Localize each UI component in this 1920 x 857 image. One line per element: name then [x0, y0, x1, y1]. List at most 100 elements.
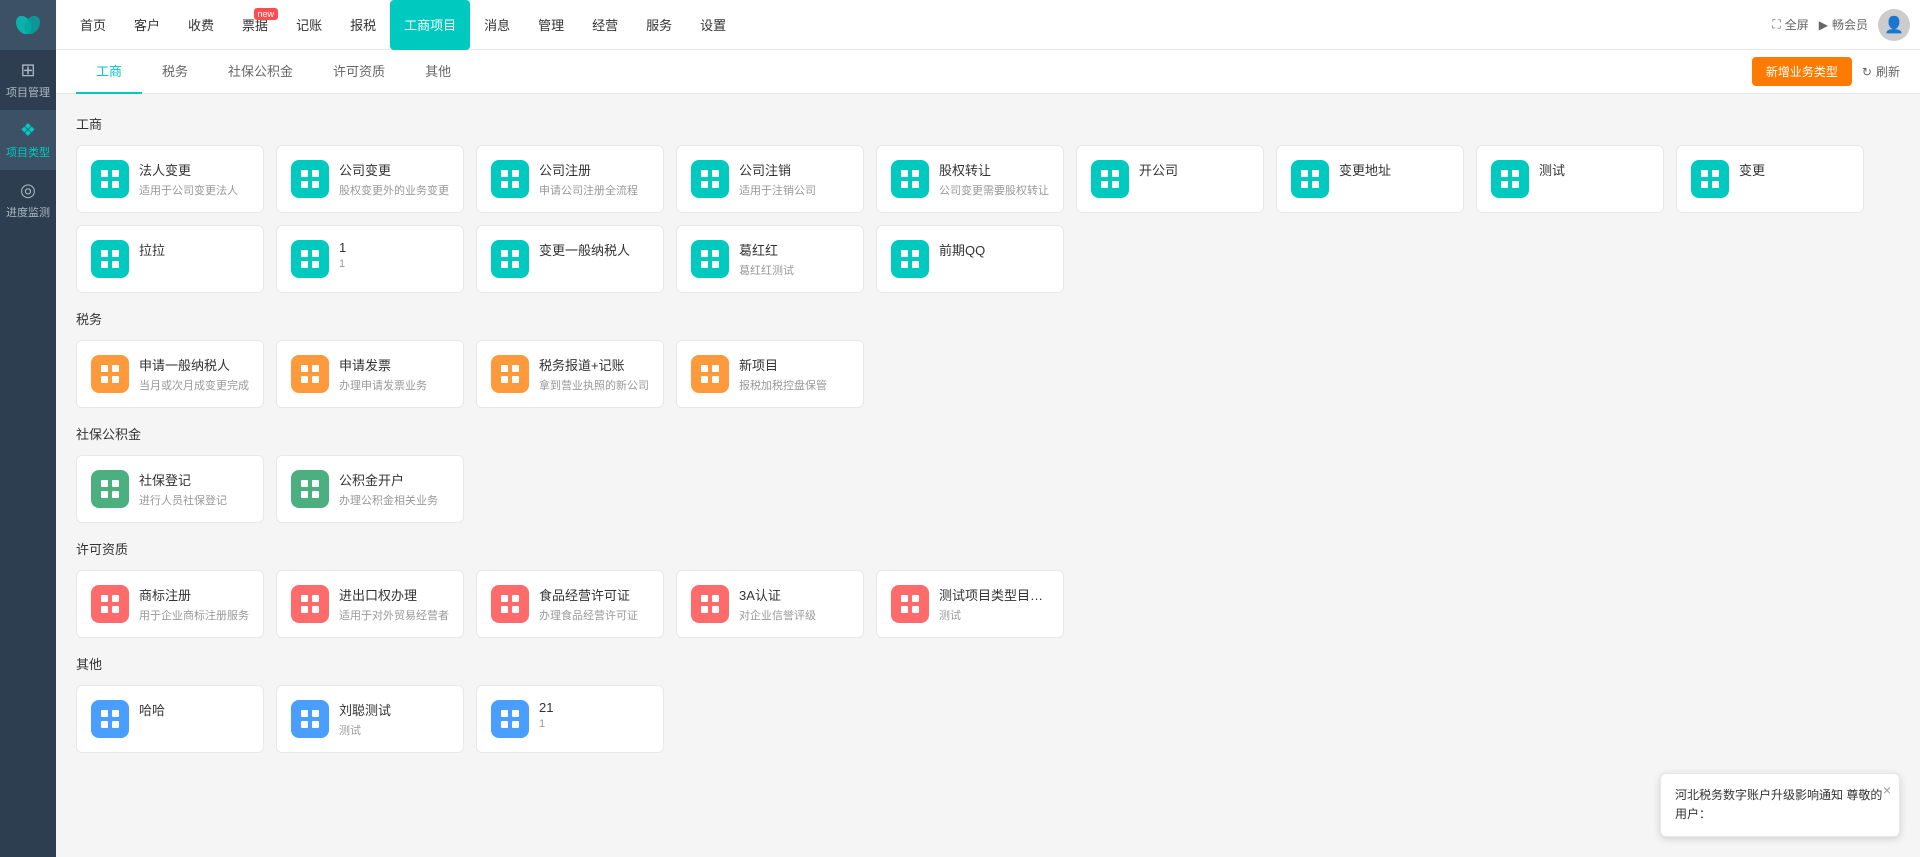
progress-icon: ◎ [20, 180, 36, 201]
service-card-tax-report-accounts[interactable]: 税务报道+记账拿到营业执照的新公司 [476, 340, 664, 408]
nav-manage[interactable]: 管理 [524, 0, 578, 50]
service-card-test[interactable]: 测试 [1476, 145, 1664, 213]
card-grid-social: 社保登记进行人员社保登记 公积金开户办理公积金相关业务 [76, 455, 1900, 523]
top-navbar: 首页 客户 收费 票据 new 记账 报税 工商项目 消息 管理 经营 服务 设… [56, 0, 1920, 50]
nav-accounts[interactable]: 记账 [282, 0, 336, 50]
service-card-food-license[interactable]: 食品经营许可证办理食品经营许可证 [476, 570, 664, 638]
service-card-early-qq[interactable]: 前期QQ [876, 225, 1064, 293]
nav-invoice[interactable]: 票据 new [228, 0, 282, 50]
card-name-one: 1 [339, 240, 449, 255]
service-card-apply-invoice[interactable]: 申请发票办理申请发票业务 [276, 340, 464, 408]
tab-social[interactable]: 社保公积金 [208, 50, 313, 94]
card-name-early-qq: 前期QQ [939, 240, 1049, 259]
service-card-trademark[interactable]: 商标注册用于企业商标注册服务 [76, 570, 264, 638]
nav-customer[interactable]: 客户 [120, 0, 174, 50]
service-card-change-taxpayer[interactable]: 变更一般纳税人 [476, 225, 664, 293]
card-name-change: 变更 [1739, 160, 1849, 179]
card-icon-social-register [91, 470, 129, 508]
service-card-social-register[interactable]: 社保登记进行人员社保登记 [76, 455, 264, 523]
service-card-company-cancel[interactable]: 公司注销适用于注销公司 [676, 145, 864, 213]
service-card-change-address[interactable]: 变更地址 [1276, 145, 1464, 213]
card-icon-open-company [1091, 160, 1129, 198]
card-desc-apply-taxpayer: 当月或次月成变更完成 [139, 377, 249, 393]
nav-settings[interactable]: 设置 [686, 0, 740, 50]
service-card-test-project-type[interactable]: 测试项目类型目定义测试 [876, 570, 1064, 638]
tab-tax[interactable]: 税务 [142, 50, 208, 94]
card-icon-change-address [1291, 160, 1329, 198]
invoice-badge: new [254, 8, 279, 20]
service-card-apply-taxpayer[interactable]: 申请一般纳税人当月或次月成变更完成 [76, 340, 264, 408]
card-name-company-register: 公司注册 [539, 160, 649, 179]
notification-text: 河北税务数字账户升级影响通知 尊敬的用户： [1675, 786, 1885, 824]
card-name-trademark: 商标注册 [139, 585, 249, 604]
card-icon-apply-invoice [291, 355, 329, 393]
card-desc-tax-report-accounts: 拿到营业执照的新公司 [539, 377, 649, 393]
card-name-test-project-type: 测试项目类型目定义 [939, 585, 1049, 604]
nav-operation[interactable]: 经营 [578, 0, 632, 50]
card-name-apply-invoice: 申请发票 [339, 355, 449, 374]
user-avatar[interactable]: 👤 [1878, 9, 1910, 41]
service-card-import-export[interactable]: 进出口权办理适用于对外贸易经营者 [276, 570, 464, 638]
nav-industry[interactable]: 工商项目 [390, 0, 470, 50]
service-card-open-company[interactable]: 开公司 [1076, 145, 1264, 213]
nav-tax[interactable]: 报税 [336, 0, 390, 50]
service-card-equity-transfer[interactable]: 股权转让公司变更需要股权转让 [876, 145, 1064, 213]
service-card-fund-open[interactable]: 公积金开户办理公积金相关业务 [276, 455, 464, 523]
tab-license[interactable]: 许可资质 [313, 50, 405, 94]
service-card-change[interactable]: 变更 [1676, 145, 1864, 213]
card-icon-food-license [491, 585, 529, 623]
sidebar: ⊞ 项目管理 ❖ 项目类型 ◎ 进度监测 [0, 0, 56, 857]
new-type-button[interactable]: 新增业务类型 [1752, 57, 1852, 86]
service-card-twenty-one[interactable]: 211 [476, 685, 664, 753]
tabs-left: 工商 税务 社保公积金 许可资质 其他 [76, 50, 471, 94]
notification-close-button[interactable]: × [1883, 782, 1891, 798]
card-name-equity-transfer: 股权转让 [939, 160, 1049, 179]
nav-message[interactable]: 消息 [470, 0, 524, 50]
service-card-mahonghong[interactable]: 葛红红葛红红测试 [676, 225, 864, 293]
refresh-icon: ↻ [1862, 65, 1872, 79]
fullscreen-icon: ⛶ [1772, 17, 1780, 32]
service-card-haha[interactable]: 哈哈 [76, 685, 264, 753]
card-icon-legal-change [91, 160, 129, 198]
card-icon-haha [91, 700, 129, 738]
card-icon-fund-open [291, 470, 329, 508]
service-card-company-change[interactable]: 公司变更股权变更外的业务变更 [276, 145, 464, 213]
tab-other[interactable]: 其他 [405, 50, 471, 94]
project-type-icon: ❖ [20, 120, 36, 141]
sidebar-item-project-mgmt[interactable]: ⊞ 项目管理 [0, 50, 56, 110]
card-grid-other: 哈哈 刘聪测试测试 211 [76, 685, 1900, 753]
card-name-tax-report-accounts: 税务报道+记账 [539, 355, 649, 374]
card-desc-company-register: 申请公司注册全流程 [539, 182, 649, 198]
fullscreen-button[interactable]: ⛶ 全屏 [1772, 16, 1808, 33]
card-icon-lala [91, 240, 129, 278]
card-desc-apply-invoice: 办理申请发票业务 [339, 377, 449, 393]
card-name-change-taxpayer: 变更一般纳税人 [539, 240, 649, 259]
service-card-3a-cert[interactable]: 3A认证对企业信誉评级 [676, 570, 864, 638]
card-icon-3a-cert [691, 585, 729, 623]
card-icon-tax-report-accounts [491, 355, 529, 393]
member-button[interactable]: ▶ 畅会员 [1819, 16, 1868, 33]
tab-industry[interactable]: 工商 [76, 50, 142, 94]
card-icon-new-project [691, 355, 729, 393]
service-card-lala[interactable]: 拉拉 [76, 225, 264, 293]
card-name-company-change: 公司变更 [339, 160, 449, 179]
nav-service[interactable]: 服务 [632, 0, 686, 50]
sidebar-item-project-type[interactable]: ❖ 项目类型 [0, 110, 56, 170]
nav-billing[interactable]: 收费 [174, 0, 228, 50]
service-card-company-register[interactable]: 公司注册申请公司注册全流程 [476, 145, 664, 213]
refresh-button[interactable]: ↻ 刷新 [1862, 63, 1900, 80]
card-icon-apply-taxpayer [91, 355, 129, 393]
sidebar-item-progress-monitor[interactable]: ◎ 进度监测 [0, 170, 56, 230]
nav-home[interactable]: 首页 [66, 0, 120, 50]
section-title-other: 其他 [76, 654, 1900, 673]
service-card-legal-change[interactable]: 法人变更适用于公司变更法人 [76, 145, 264, 213]
card-icon-early-qq [891, 240, 929, 278]
section-title-tax: 税务 [76, 309, 1900, 328]
service-card-one[interactable]: 11 [276, 225, 464, 293]
card-icon-trademark [91, 585, 129, 623]
service-card-liu-cepao[interactable]: 刘聪测试测试 [276, 685, 464, 753]
card-grid-tax: 申请一般纳税人当月或次月成变更完成 申请发票办理申请发票业务 税务报道+记账拿到… [76, 340, 1900, 408]
section-title-industry: 工商 [76, 114, 1900, 133]
card-name-test: 测试 [1539, 160, 1649, 179]
service-card-new-project[interactable]: 新项目报税加税控盘保管 [676, 340, 864, 408]
